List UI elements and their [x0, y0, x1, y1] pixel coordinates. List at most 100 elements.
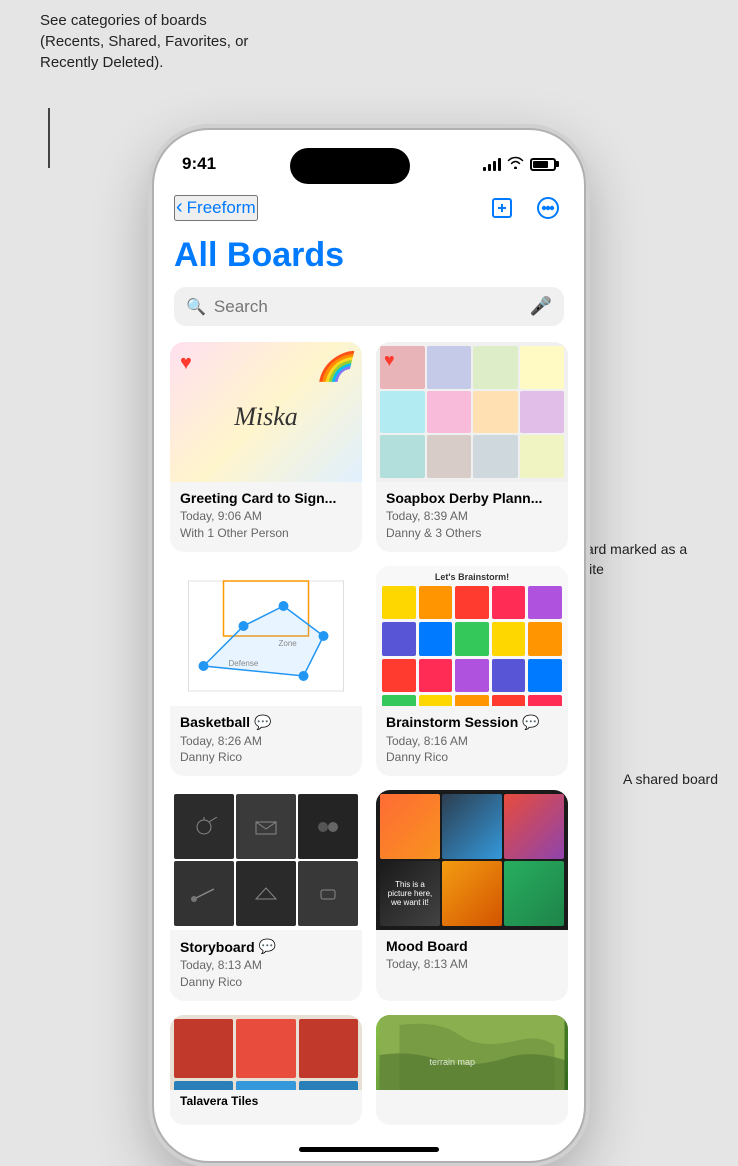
sticky-note-20 — [528, 695, 562, 705]
new-board-button[interactable] — [486, 192, 518, 224]
board-card-map[interactable]: terrain map — [376, 1015, 568, 1125]
mood-cell-2 — [442, 794, 502, 859]
back-label: Freeform — [187, 198, 256, 218]
story-cell-1 — [174, 794, 234, 859]
board-thumbnail-soapbox: ♥ — [376, 342, 568, 482]
more-options-button[interactable] — [532, 192, 564, 224]
board-info-greeting: Greeting Card to Sign... Today, 9:06 AM … — [170, 482, 362, 552]
mood-cell-4: This is a picture here, we want it! — [380, 861, 440, 926]
battery-icon — [530, 158, 556, 171]
board-title-greeting: Greeting Card to Sign... — [180, 490, 352, 506]
shared-icon-brainstorm: 💬 — [522, 714, 539, 731]
board-meta-brainstorm: Today, 8:16 AM Danny Rico — [386, 733, 558, 767]
tal-cell-6 — [299, 1081, 358, 1090]
favorite-heart-greeting: ♥ — [180, 352, 192, 375]
board-title-brainstorm: Brainstorm Session 💬 — [386, 714, 558, 731]
sticky-note-6 — [382, 622, 416, 656]
sticky-note-16 — [382, 695, 416, 705]
basketball-diagram: Defense Zone — [170, 566, 362, 706]
search-bar[interactable]: 🔍 🎤 — [174, 287, 564, 326]
board-thumbnail-moodboard: This is a picture here, we want it! — [376, 790, 568, 930]
sticky-note-7 — [419, 622, 453, 656]
back-button[interactable]: ‹ Freeform — [174, 195, 258, 221]
signal-bars-icon — [483, 158, 501, 171]
mood-cell-6 — [504, 861, 564, 926]
home-indicator-area — [154, 1137, 584, 1161]
board-meta-storyboard: Today, 8:13 AM Danny Rico — [180, 957, 352, 991]
shared-icon-storyboard: 💬 — [259, 938, 276, 955]
soap-cell-6 — [427, 391, 472, 434]
soap-cell-4 — [520, 346, 565, 389]
tal-cell-2 — [236, 1019, 295, 1078]
page-title: All Boards — [154, 232, 584, 287]
tal-cell-4 — [174, 1081, 233, 1090]
sticky-note-1 — [382, 586, 416, 620]
search-input[interactable] — [214, 297, 522, 317]
annotation-shared: A shared board — [623, 770, 718, 790]
sticky-note-11 — [382, 659, 416, 693]
board-card-soapbox[interactable]: ♥ Soapbox Derby Plann... — [376, 342, 568, 552]
mood-cell-3 — [504, 794, 564, 859]
greeting-card-text: Miska — [234, 402, 298, 432]
story-cell-5 — [236, 861, 296, 926]
status-icons — [483, 156, 556, 172]
soap-cell-8 — [520, 391, 565, 434]
soap-cell-10 — [427, 435, 472, 478]
wifi-icon — [507, 156, 524, 172]
board-meta-moodboard: Today, 8:13 AM — [386, 956, 558, 973]
board-card-basketball[interactable]: Defense Zone Basketball 💬 Today, 8:26 AM… — [170, 566, 362, 777]
soap-cell-7 — [473, 391, 518, 434]
sticky-note-9 — [492, 622, 526, 656]
sticky-note-17 — [419, 695, 453, 705]
phone-frame: 9:41 — [154, 130, 584, 1161]
sticky-note-10 — [528, 622, 562, 656]
board-title-storyboard: Storyboard 💬 — [180, 938, 352, 955]
soap-cell-3 — [473, 346, 518, 389]
sticky-note-3 — [455, 586, 489, 620]
sticky-note-5 — [528, 586, 562, 620]
story-cell-4 — [174, 861, 234, 926]
microphone-icon[interactable]: 🎤 — [530, 296, 552, 317]
boards-grid: ♥ 🌈 Miska Greeting Card to Sign... Today… — [154, 342, 584, 1125]
board-thumbnail-basketball: Defense Zone — [170, 566, 362, 706]
board-thumbnail-brainstorm: Let's Brainstorm! — [376, 566, 568, 706]
sticky-note-13 — [455, 659, 489, 693]
status-bar: 9:41 — [154, 130, 584, 184]
board-card-greeting[interactable]: ♥ 🌈 Miska Greeting Card to Sign... Today… — [170, 342, 362, 552]
board-card-talavera[interactable]: Talavera Tiles — [170, 1015, 362, 1125]
board-card-moodboard[interactable]: This is a picture here, we want it! Mood… — [376, 790, 568, 1001]
board-thumbnail-storyboard — [170, 790, 362, 930]
tal-cell-5 — [236, 1081, 295, 1090]
soap-cell-2 — [427, 346, 472, 389]
battery-fill — [533, 161, 548, 168]
board-meta-soapbox: Today, 8:39 AM Danny & 3 Others — [386, 508, 558, 542]
board-thumbnail-talavera — [170, 1015, 362, 1090]
sticky-note-12 — [419, 659, 453, 693]
sticky-grid — [382, 586, 562, 706]
board-title-talavera: Talavera Tiles — [180, 1094, 352, 1108]
home-indicator[interactable] — [299, 1147, 439, 1152]
board-info-basketball: Basketball 💬 Today, 8:26 AM Danny Rico — [170, 706, 362, 777]
tal-cell-3 — [299, 1019, 358, 1078]
mood-cell-5 — [442, 861, 502, 926]
board-info-storyboard: Storyboard 💬 Today, 8:13 AM Danny Rico — [170, 930, 362, 1001]
board-thumbnail-map: terrain map — [376, 1015, 568, 1090]
board-info-soapbox: Soapbox Derby Plann... Today, 8:39 AM Da… — [376, 482, 568, 552]
rainbow-art-icon: 🌈 — [317, 350, 352, 384]
svg-text:Zone: Zone — [279, 639, 298, 648]
back-chevron-icon: ‹ — [176, 196, 183, 219]
board-info-brainstorm: Brainstorm Session 💬 Today, 8:16 AM Dann… — [376, 706, 568, 777]
annotation-line-top — [48, 108, 50, 168]
signal-bar-3 — [493, 161, 496, 171]
signal-bar-4 — [498, 158, 501, 171]
board-info-map — [376, 1090, 568, 1098]
board-info-moodboard: Mood Board Today, 8:13 AM — [376, 930, 568, 983]
sticky-note-14 — [492, 659, 526, 693]
dynamic-island — [290, 148, 410, 184]
board-card-brainstorm[interactable]: Let's Brainstorm! Brainstorm Session 💬 T… — [376, 566, 568, 777]
story-cell-2 — [236, 794, 296, 859]
sticky-note-4 — [492, 586, 526, 620]
board-card-storyboard[interactable]: Storyboard 💬 Today, 8:13 AM Danny Rico — [170, 790, 362, 1001]
sticky-note-19 — [492, 695, 526, 705]
signal-bar-1 — [483, 167, 486, 171]
